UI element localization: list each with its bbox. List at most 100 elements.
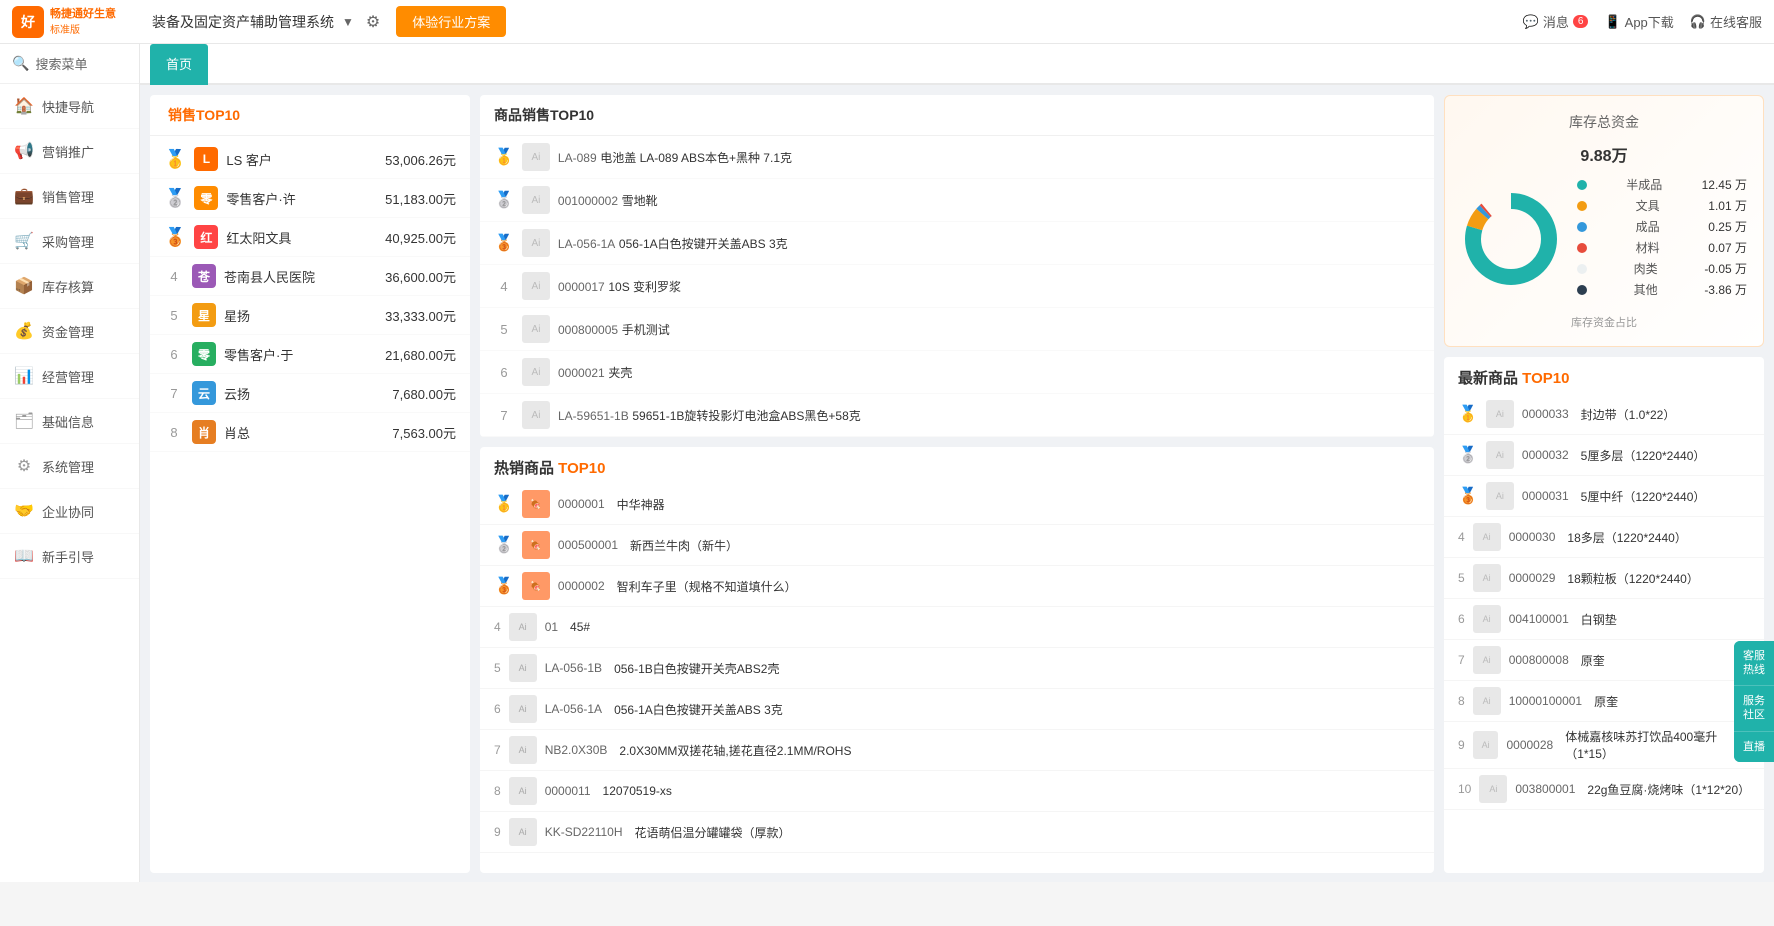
message-badge: 6 xyxy=(1573,15,1589,28)
customer-amount: 33,333.00元 xyxy=(385,306,456,325)
legend-name: 成品 xyxy=(1593,218,1702,235)
product-code: LA-056-1A xyxy=(545,702,602,716)
legend-dot xyxy=(1577,285,1587,295)
dropdown-arrow-icon[interactable]: ▼ xyxy=(342,15,354,29)
hot-product-item: 7 Ai NB2.0X30B 2.0X30MM双搓花轴,搓花直径2.1MM/RO… xyxy=(480,730,1434,771)
medal-icon: 🥇 xyxy=(494,147,514,167)
product-code: 0000028 xyxy=(1506,738,1553,752)
product-name: 2.0X30MM双搓花轴,搓花直径2.1MM/ROHS xyxy=(619,742,851,759)
product-name: 白钢垫 xyxy=(1581,611,1617,628)
ranking-item: 🥈 零 零售客户·许 51,183.00元 xyxy=(150,179,470,218)
product-thumbnail: Ai xyxy=(522,186,550,214)
medal-icon: 🥈 xyxy=(1458,445,1478,465)
customer-amount: 7,563.00元 xyxy=(392,423,456,442)
management-icon: 📊 xyxy=(14,366,34,386)
float-live[interactable]: 直播 xyxy=(1734,732,1774,762)
customer-badge: 红 xyxy=(194,225,218,249)
sidebar-item-purchase[interactable]: 🛒 采购管理 xyxy=(0,219,139,264)
product-code: LA-59651-1B xyxy=(558,409,629,423)
legend-item: 文具 1.01 万 xyxy=(1577,197,1747,214)
right-panel: 库存总资金 9.88万 xyxy=(1444,95,1764,873)
trial-button[interactable]: 体验行业方案 xyxy=(396,6,506,37)
customer-amount: 40,925.00元 xyxy=(385,228,456,247)
new-product-item: 🥈 Ai 0000032 5厘多层（1220*2440） xyxy=(1444,435,1764,476)
customer-badge: 肖 xyxy=(192,420,216,444)
marketing-icon: 📢 xyxy=(14,141,34,161)
message-item[interactable]: 💬 消息 6 xyxy=(1523,12,1589,31)
phone-icon: 📱 xyxy=(1604,14,1620,30)
sidebar-item-management[interactable]: 📊 经营管理 xyxy=(0,354,139,399)
float-customer-service[interactable]: 客服 热线 xyxy=(1734,641,1774,687)
hot-product-item: 5 Ai LA-056-1B 056-1B白色按键开关壳ABS2壳 xyxy=(480,648,1434,689)
tab-home[interactable]: 首页 xyxy=(150,44,208,85)
legend-value: 12.45 万 xyxy=(1702,176,1747,193)
product-code: 10000100001 xyxy=(1509,694,1582,708)
product-name: 新西兰牛肉（新牛） xyxy=(630,537,738,554)
product-code: 0000032 xyxy=(1522,448,1569,462)
product-info: 0000021 夹壳 xyxy=(558,364,1420,381)
product-code: KK-SD22110H xyxy=(545,825,623,839)
product-info: 001000002 雪地靴 xyxy=(558,192,1420,209)
product-name: 雪地靴 xyxy=(622,194,658,208)
sidebar: 🔍 搜索菜单 🏠 快捷导航 📢 营销推广 💼 销售管理 🛒 采购管理 📦 库存核… xyxy=(0,44,140,882)
finance-icon: 💰 xyxy=(14,321,34,341)
hot-products-panel: 热销商品 TOP10 🥇 🍖 0000001 中华神器 🥈 🍖 00050000… xyxy=(480,447,1434,873)
customer-amount: 7,680.00元 xyxy=(392,384,456,403)
rank-number: 5 xyxy=(494,661,501,675)
inventory-title: 库存总资金 xyxy=(1461,112,1747,132)
gear-icon[interactable]: ⚙ xyxy=(366,12,380,32)
rank-number: 8 xyxy=(1458,694,1465,708)
inventory-amount: 9.88万 xyxy=(1461,136,1747,168)
app-download-item[interactable]: 📱 App下载 xyxy=(1604,12,1673,31)
customer-name: 零售客户·于 xyxy=(224,345,377,364)
rank-number: 4 xyxy=(1458,530,1465,544)
legend-item: 其他 -3.86 万 xyxy=(1577,281,1747,298)
online-service-item[interactable]: 🎧 在线客服 xyxy=(1690,12,1762,31)
product-image: Ai xyxy=(1473,523,1501,551)
rank-number: 4 xyxy=(164,269,184,284)
product-name: 智利车子里（规格不知道填什么） xyxy=(617,578,797,595)
sidebar-item-quick-nav[interactable]: 🏠 快捷导航 xyxy=(0,84,139,129)
search-icon: 🔍 xyxy=(12,55,29,72)
medal-icon: 🥉 xyxy=(494,233,514,253)
legend-dot xyxy=(1577,222,1587,232)
medal-bronze-icon: 🥉 xyxy=(164,227,186,248)
sidebar-item-cooperation[interactable]: 🤝 企业协同 xyxy=(0,489,139,534)
header-right: 💬 消息 6 📱 App下载 🎧 在线客服 xyxy=(1523,12,1762,31)
inventory-card: 库存总资金 9.88万 xyxy=(1444,95,1764,347)
headset-icon: 🎧 xyxy=(1690,14,1706,30)
legend-name: 肉类 xyxy=(1593,260,1698,277)
product-sales-item: 6 Ai 0000021 夹壳 xyxy=(480,351,1434,394)
product-image: Ai xyxy=(1486,482,1514,510)
product-name: 夹壳 xyxy=(608,366,632,380)
customer-name: 星扬 xyxy=(224,306,377,325)
ranking-item: 🥇 L LS 客户 53,006.26元 xyxy=(150,140,470,179)
donut-section: 半成品 12.45 万 文具 1.01 万 成品 0.25 万 材料 0.07 … xyxy=(1461,168,1747,310)
sidebar-item-sales[interactable]: 💼 销售管理 xyxy=(0,174,139,219)
sidebar-item-marketing[interactable]: 📢 营销推广 xyxy=(0,129,139,174)
search-menu[interactable]: 🔍 搜索菜单 xyxy=(0,44,139,84)
legend-value: 1.01 万 xyxy=(1708,197,1747,214)
legend-dot xyxy=(1577,201,1587,211)
customer-amount: 21,680.00元 xyxy=(385,345,456,364)
new-product-item: 8 Ai 10000100001 原奎 xyxy=(1444,681,1764,722)
sidebar-item-inventory[interactable]: 📦 库存核算 xyxy=(0,264,139,309)
sidebar-item-system[interactable]: ⚙ 系统管理 xyxy=(0,444,139,489)
float-service-community[interactable]: 服务 社区 xyxy=(1734,686,1774,732)
customer-name: 肖总 xyxy=(224,423,384,442)
rank-number: 7 xyxy=(1458,653,1465,667)
sidebar-item-basic-info[interactable]: 🗂 基础信息 xyxy=(0,399,139,444)
sidebar-item-finance[interactable]: 💰 资金管理 xyxy=(0,309,139,354)
customer-amount: 36,600.00元 xyxy=(385,267,456,286)
medal-icon: 🥉 xyxy=(494,576,514,596)
product-name: 12070519-xs xyxy=(603,784,672,798)
new-products-panel: 最新商品 TOP10 🥇 Ai 0000033 封边带（1.0*22） 🥈 Ai… xyxy=(1444,357,1764,873)
sidebar-item-guide[interactable]: 📖 新手引导 xyxy=(0,534,139,579)
customer-ranking-panel: 销售TOP10 🥇 L LS 客户 53,006.26元 🥈 零 零售客户·许 … xyxy=(150,95,470,873)
rank-number: 6 xyxy=(494,702,501,716)
product-code: 0000001 xyxy=(558,497,605,511)
product-thumbnail: Ai xyxy=(522,358,550,386)
ranking-item: 4 苍 苍南县人民医院 36,600.00元 xyxy=(150,257,470,296)
product-name: 封边带（1.0*22） xyxy=(1581,406,1676,423)
rank-number: 7 xyxy=(164,386,184,401)
